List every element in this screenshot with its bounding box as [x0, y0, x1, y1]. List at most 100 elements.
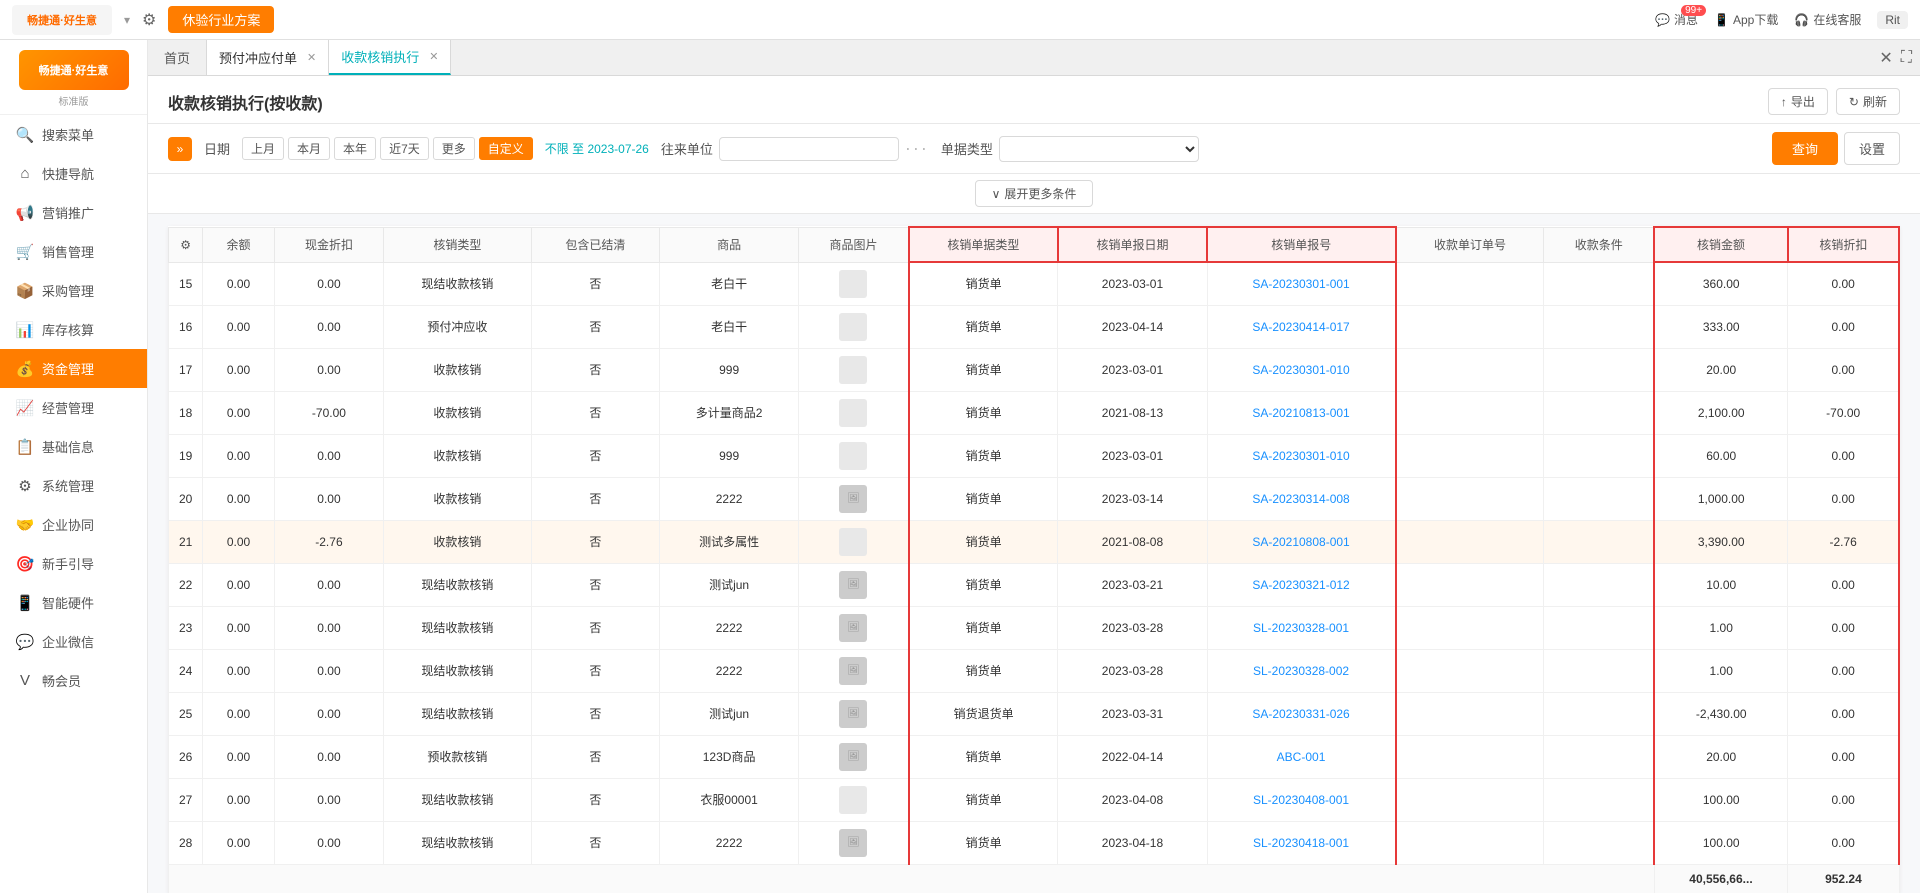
filter-bar: » 日期 上月 本月 本年 近7天 更多 自定义 不限 至 2023-07-26	[148, 124, 1920, 174]
cancel-bill-no-link[interactable]: SA-20210808-001	[1252, 535, 1349, 549]
cancel-bill-no-link[interactable]: SL-20230418-001	[1253, 836, 1349, 850]
tab-home[interactable]: 首页	[148, 40, 207, 75]
th-settings[interactable]: ⚙	[169, 227, 203, 262]
last-month-button[interactable]: 上月	[242, 137, 284, 160]
cancel-bill-no-link[interactable]: SA-20230301-010	[1252, 449, 1349, 463]
cell-receipt-terms	[1544, 649, 1654, 692]
cancel-bill-no-link[interactable]: SA-20230321-012	[1252, 578, 1349, 592]
cancel-bill-no-link[interactable]: SA-20210813-001	[1252, 406, 1349, 420]
cell-cash-discount: 0.00	[274, 778, 383, 821]
this-month-button[interactable]: 本月	[288, 137, 330, 160]
cell-goods-img: 🖼	[799, 477, 909, 520]
th-cancel-bill-type: 核销单据类型	[909, 227, 1058, 262]
sidebar-item-sales[interactable]: 🛒销售管理	[0, 232, 147, 271]
tab-receipt-cancel[interactable]: 收款核销执行 ✕	[329, 40, 451, 75]
unit-filter-input[interactable]	[719, 137, 899, 161]
cell-goods-img: 🖼	[799, 821, 909, 864]
this-year-button[interactable]: 本年	[334, 137, 376, 160]
cell-balance: 0.00	[203, 520, 274, 563]
cancel-bill-no-link[interactable]: SL-20230408-001	[1253, 793, 1349, 807]
more-date-button[interactable]: 更多	[433, 137, 475, 160]
goods-img: 🖼	[839, 657, 867, 685]
sidebar-label-basics: 基础信息	[42, 437, 94, 456]
setting-button[interactable]: 设置	[1844, 132, 1900, 165]
sidebar-nav: 🔍搜索菜单⌂快捷导航📢营销推广🛒销售管理📦采购管理📊库存核算💰资金管理📈经营管理…	[0, 115, 147, 700]
cell-cancel-type: 预付冲应收	[384, 305, 531, 348]
cell-include-settled: 否	[531, 563, 659, 606]
sidebar-item-guide[interactable]: 🎯新手引导	[0, 544, 147, 583]
sidebar-item-finance[interactable]: 💰资金管理	[0, 349, 147, 388]
cell-seq: 25	[169, 692, 203, 735]
cell-goods-img: 🖼	[799, 735, 909, 778]
industry-solution-button[interactable]: 休验行业方案	[168, 6, 274, 33]
cell-cancel-amount: 20.00	[1654, 735, 1788, 778]
cell-receipt-order-no	[1396, 778, 1544, 821]
sidebar-item-member[interactable]: V畅会员	[0, 661, 147, 700]
cell-cancel-bill-date: 2023-03-01	[1058, 348, 1207, 391]
unit-filter-dots[interactable]: ···	[905, 138, 929, 159]
sidebar-label-sales: 销售管理	[42, 242, 94, 261]
table-row: 18 0.00 -70.00 收款核销 否 多计量商品2 销货单 2021-08…	[169, 391, 1900, 434]
user-avatar[interactable]: Rit	[1877, 11, 1908, 29]
cell-cancel-bill-no: SA-20230301-010	[1207, 434, 1396, 477]
sidebar-item-operations[interactable]: 📈经营管理	[0, 388, 147, 427]
tab-receipt-cancel-close-icon[interactable]: ✕	[429, 50, 438, 63]
cell-cancel-amount: 333.00	[1654, 305, 1788, 348]
gear-icon[interactable]: ⚙	[142, 10, 156, 30]
cell-seq: 20	[169, 477, 203, 520]
cancel-bill-no-link[interactable]: SA-20230301-010	[1252, 363, 1349, 377]
cell-cancel-amount: 20.00	[1654, 348, 1788, 391]
cancel-bill-no-link[interactable]: ABC-001	[1277, 750, 1326, 764]
custom-date-button[interactable]: 自定义	[479, 137, 533, 160]
dropdown-arrow-icon[interactable]: ▾	[124, 13, 130, 27]
cancel-bill-no-link[interactable]: SL-20230328-002	[1253, 664, 1349, 678]
sidebar-item-wechat[interactable]: 💬企业微信	[0, 622, 147, 661]
refresh-button[interactable]: ↻ 刷新	[1836, 88, 1900, 115]
tab-prepay-close-icon[interactable]: ✕	[307, 51, 316, 64]
cell-cancel-bill-type: 销货单	[909, 821, 1058, 864]
cancel-bill-no-link[interactable]: SA-20230331-026	[1252, 707, 1349, 721]
cell-goods-img	[799, 348, 909, 391]
cancel-bill-no-link[interactable]: SL-20230328-001	[1253, 621, 1349, 635]
filter-expand-button[interactable]: »	[168, 137, 192, 161]
cell-cancel-bill-no: SL-20230408-001	[1207, 778, 1396, 821]
sidebar-item-basics[interactable]: 📋基础信息	[0, 427, 147, 466]
cell-include-settled: 否	[531, 649, 659, 692]
message-button[interactable]: 💬 消息 99+	[1655, 11, 1698, 28]
bill-type-select[interactable]	[999, 136, 1199, 162]
sidebar-item-marketing[interactable]: 📢营销推广	[0, 193, 147, 232]
expand-more-button[interactable]: ∨ 展开更多条件	[975, 180, 1094, 207]
export-button[interactable]: ↑ 导出	[1768, 88, 1828, 115]
sidebar-item-inventory[interactable]: 📊库存核算	[0, 310, 147, 349]
sidebar-item-purchase[interactable]: 📦采购管理	[0, 271, 147, 310]
cell-cancel-bill-type: 销货单	[909, 563, 1058, 606]
cell-balance: 0.00	[203, 692, 274, 735]
cell-cancel-bill-type: 销货单	[909, 477, 1058, 520]
sidebar-item-search[interactable]: 🔍搜索菜单	[0, 115, 147, 154]
query-button[interactable]: 查询	[1772, 132, 1838, 165]
cell-cancel-bill-type: 销货单	[909, 606, 1058, 649]
cell-receipt-terms	[1544, 520, 1654, 563]
total-cancel-amount: 40,556,66...	[1654, 864, 1788, 893]
cancel-bill-no-link[interactable]: SA-20230314-008	[1252, 492, 1349, 506]
cell-balance: 0.00	[203, 563, 274, 606]
cancel-bill-no-link[interactable]: SA-20230301-001	[1252, 277, 1349, 291]
tab-maximize-icon[interactable]: ⛶	[1901, 49, 1912, 67]
cancel-bill-no-link[interactable]: SA-20230414-017	[1252, 320, 1349, 334]
cell-goods: 2222	[660, 477, 799, 520]
sidebar-item-hardware[interactable]: 📱智能硬件	[0, 583, 147, 622]
sidebar-item-system[interactable]: ⚙系统管理	[0, 466, 147, 505]
online-service-button[interactable]: 🎧 在线客服	[1794, 11, 1861, 28]
sidebar-item-quick-nav[interactable]: ⌂快捷导航	[0, 154, 147, 193]
tab-prepay[interactable]: 预付冲应付单 ✕	[207, 40, 329, 75]
goods-img	[839, 270, 867, 298]
cell-receipt-order-no	[1396, 477, 1544, 520]
tab-close-all-icon[interactable]: ✕	[1879, 48, 1892, 68]
7days-button[interactable]: 近7天	[380, 137, 429, 160]
app-download-button[interactable]: 📱 App下载	[1714, 11, 1778, 28]
table-row: 17 0.00 0.00 收款核销 否 999 销货单 2023-03-01 S…	[169, 348, 1900, 391]
cell-goods-img	[799, 305, 909, 348]
cell-goods: 衣服00001	[660, 778, 799, 821]
cell-cancel-discount: -2.76	[1788, 520, 1899, 563]
sidebar-item-enterprise[interactable]: 🤝企业协同	[0, 505, 147, 544]
